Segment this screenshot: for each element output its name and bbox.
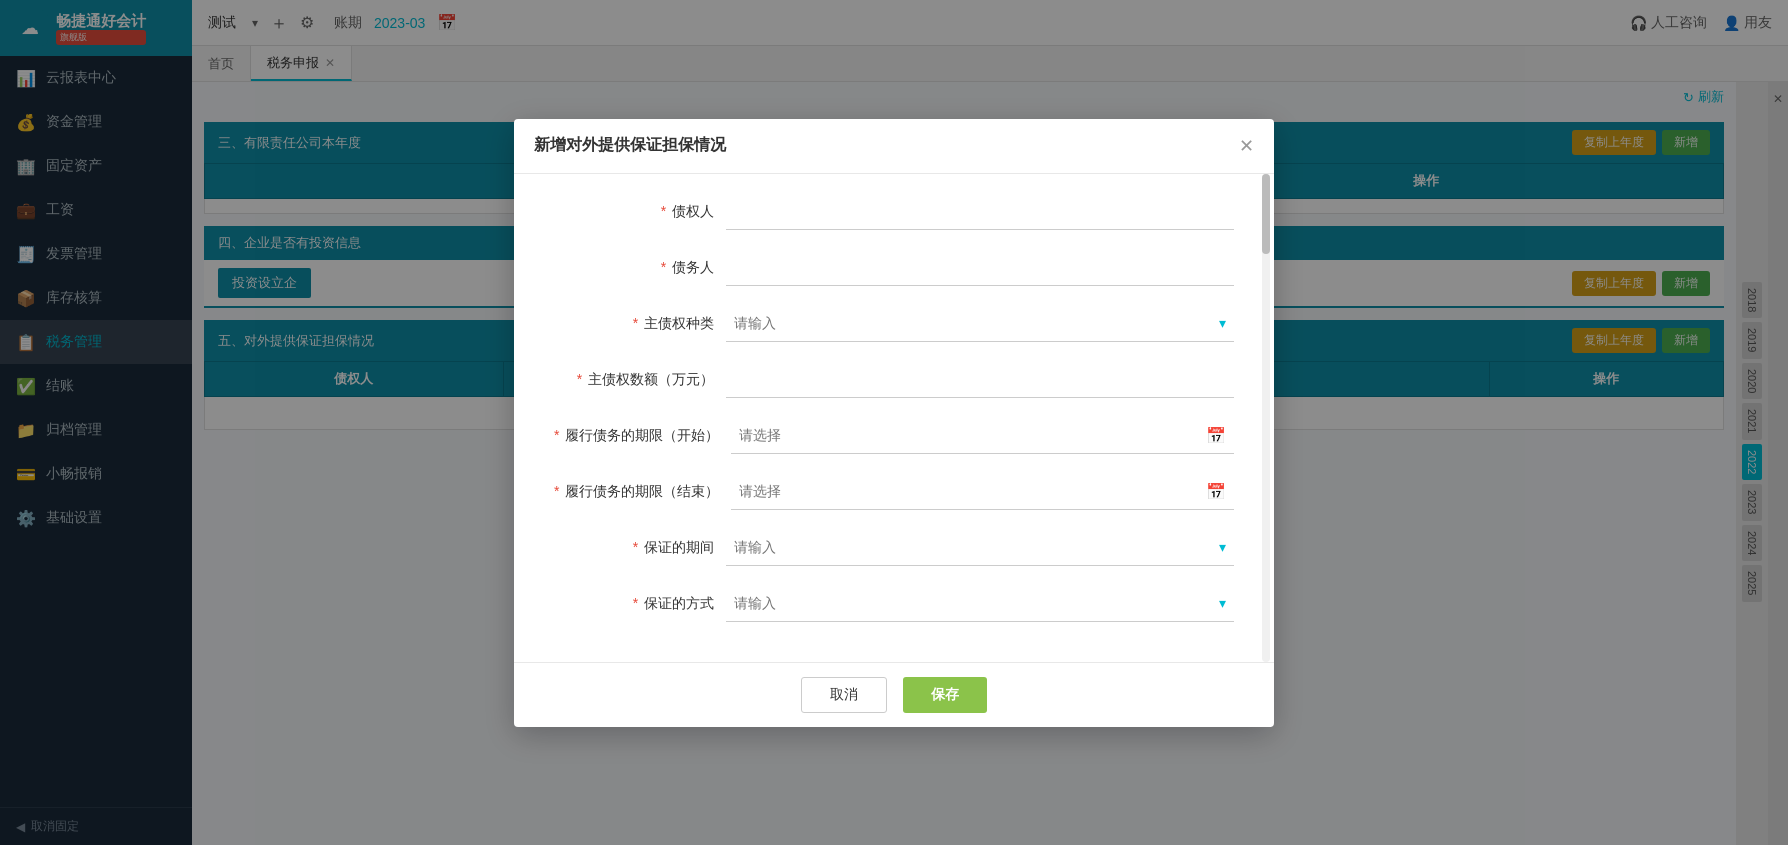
guarantee-period-label-text: 保证的期间 xyxy=(644,539,714,555)
claim-type-label: * 主债权种类 xyxy=(554,315,714,333)
end-date-required: * xyxy=(554,483,559,499)
claim-type-label-text: 主债权种类 xyxy=(644,315,714,331)
modal-header: 新增对外提供保证担保情况 ✕ xyxy=(514,119,1274,174)
start-date-wrapper: 📅 xyxy=(731,418,1234,454)
claim-type-input[interactable] xyxy=(726,315,1219,331)
debtor-label-text: 债务人 xyxy=(672,259,714,275)
form-row-debtor: * 债务人 xyxy=(554,250,1234,286)
claim-type-select-wrapper: ▾ xyxy=(726,306,1234,342)
end-date-input[interactable] xyxy=(731,483,1206,499)
start-date-required: * xyxy=(554,427,559,443)
guarantee-method-label: * 保证的方式 xyxy=(554,595,714,613)
guarantee-method-select-wrapper: ▾ xyxy=(726,586,1234,622)
debtor-required: * xyxy=(661,259,666,275)
form-row-guarantee-period: * 保证的期间 ▾ xyxy=(554,530,1234,566)
claim-amount-label: * 主债权数额（万元） xyxy=(554,371,714,389)
guarantee-method-required: * xyxy=(633,595,638,611)
modal-close-button[interactable]: ✕ xyxy=(1239,135,1254,157)
guarantee-period-input[interactable] xyxy=(726,539,1219,555)
start-date-label: * 履行债务的期限（开始） xyxy=(554,427,719,445)
modal-footer: 取消 保存 xyxy=(514,662,1274,727)
modal-body: * 债权人 * 债务人 * 主债权种类 xyxy=(514,174,1274,662)
form-row-guarantee-method: * 保证的方式 ▾ xyxy=(554,586,1234,622)
end-date-wrapper: 📅 xyxy=(731,474,1234,510)
claim-amount-input[interactable] xyxy=(726,362,1234,398)
form-row-claim-amount: * 主债权数额（万元） xyxy=(554,362,1234,398)
guarantee-method-label-text: 保证的方式 xyxy=(644,595,714,611)
claim-amount-required: * xyxy=(577,371,582,387)
modal-scrollbar-track xyxy=(1262,174,1270,662)
guarantee-method-input[interactable] xyxy=(726,595,1219,611)
guarantee-method-chevron-icon[interactable]: ▾ xyxy=(1219,595,1234,611)
end-date-calendar-icon[interactable]: 📅 xyxy=(1206,482,1234,501)
guarantee-period-chevron-icon[interactable]: ▾ xyxy=(1219,539,1234,555)
start-date-label-text: 履行债务的期限（开始） xyxy=(565,427,719,443)
claim-amount-label-text: 主债权数额（万元） xyxy=(588,371,714,387)
claim-type-required: * xyxy=(633,315,638,331)
debtor-label: * 债务人 xyxy=(554,259,714,277)
creditor-label: * 债权人 xyxy=(554,203,714,221)
claim-type-chevron-icon[interactable]: ▾ xyxy=(1219,315,1234,331)
end-date-label-text: 履行债务的期限（结束） xyxy=(565,483,719,499)
guarantee-period-label: * 保证的期间 xyxy=(554,539,714,557)
start-date-input[interactable] xyxy=(731,427,1206,443)
modal-cancel-button[interactable]: 取消 xyxy=(801,677,887,713)
modal-save-button[interactable]: 保存 xyxy=(903,677,987,713)
creditor-input[interactable] xyxy=(726,194,1234,230)
form-row-start-date: * 履行债务的期限（开始） 📅 xyxy=(554,418,1234,454)
creditor-required: * xyxy=(661,203,666,219)
debtor-input[interactable] xyxy=(726,250,1234,286)
form-row-claim-type: * 主债权种类 ▾ xyxy=(554,306,1234,342)
start-date-calendar-icon[interactable]: 📅 xyxy=(1206,426,1234,445)
guarantee-period-required: * xyxy=(633,539,638,555)
creditor-label-text: 债权人 xyxy=(672,203,714,219)
guarantee-period-select-wrapper: ▾ xyxy=(726,530,1234,566)
end-date-label: * 履行债务的期限（结束） xyxy=(554,483,719,501)
form-row-creditor: * 债权人 xyxy=(554,194,1234,230)
form-row-end-date: * 履行债务的期限（结束） 📅 xyxy=(554,474,1234,510)
modal-title: 新增对外提供保证担保情况 xyxy=(534,135,726,156)
modal-overlay: 新增对外提供保证担保情况 ✕ * 债权人 * 债务人 xyxy=(0,0,1788,845)
modal-dialog: 新增对外提供保证担保情况 ✕ * 债权人 * 债务人 xyxy=(514,119,1274,727)
modal-scrollbar-thumb xyxy=(1262,174,1270,254)
